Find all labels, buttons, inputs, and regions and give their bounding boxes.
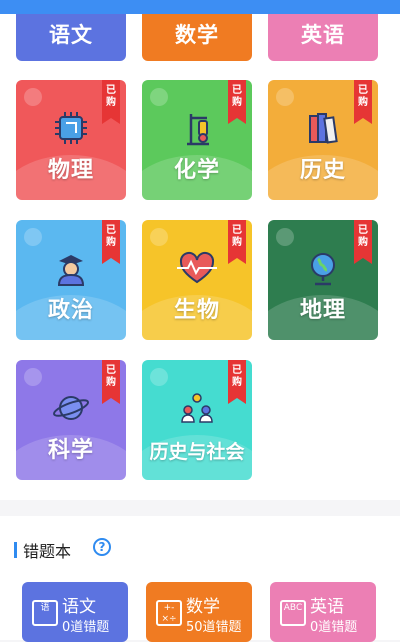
subject-label: 物理 (47, 158, 94, 183)
purchased-badge: 已购 (354, 220, 372, 264)
subject-card-physics[interactable]: 已购 物理 (16, 80, 126, 200)
wrong-book-chinese[interactable]: 语 语文 0道错题 (22, 582, 128, 642)
subject-card-politics[interactable]: 已购 政治 (16, 220, 126, 340)
subject-label: 地理 (299, 298, 346, 323)
subject-card-chemistry[interactable]: 已购 化学 (142, 80, 252, 200)
subject-card-history-society[interactable]: 已购 历史与社会 (142, 360, 252, 480)
purchased-badge: 已购 (102, 80, 120, 124)
subject-label: 数学 (175, 23, 219, 47)
subject-label: 语文 (49, 23, 93, 47)
subject-label: 历史 (299, 158, 346, 183)
subject-label: 科学 (47, 438, 94, 463)
purchased-badge: 已购 (228, 80, 246, 124)
chip-icon (55, 112, 87, 144)
heartbeat-icon (177, 251, 217, 284)
subject-card-geography[interactable]: 已购 地理 (268, 220, 378, 340)
subject-card-science[interactable]: 已购 科学 (16, 360, 126, 480)
official-icon (57, 255, 85, 286)
subject-label: 政治 (47, 298, 94, 323)
wrong-book-math[interactable]: +-×÷ 数学 50道错题 (146, 582, 252, 642)
subject-label: 化学 (173, 158, 220, 183)
purchased-badge: 已购 (102, 360, 120, 404)
subject-card-biology[interactable]: 已购 生物 (142, 220, 252, 340)
wrong-book-english[interactable]: ABC 英语 0道错题 (270, 582, 376, 642)
purchased-badge: 已购 (228, 220, 246, 264)
purchased-badge: 已购 (354, 80, 372, 124)
help-icon[interactable]: ? (93, 538, 111, 556)
planet-icon (52, 396, 90, 420)
subject-label: 生物 (173, 298, 220, 323)
subject-label: 英语 (301, 23, 345, 47)
notebook-icon: 语 (32, 600, 58, 626)
status-bar (0, 0, 400, 14)
subject-grid: 语文 数学 英语 已购 物理 已购 化学 已购 历史 已购 政治 已购 生物 已… (0, 0, 400, 500)
purchased-badge: 已购 (102, 220, 120, 264)
subject-label: 历史与社会 (149, 441, 245, 463)
abc-blocks-icon: ABC (280, 600, 306, 626)
people-icon (181, 393, 213, 423)
books-icon (309, 113, 338, 144)
wrong-book-section: 错题本 ? 语 语文 0道错题 +-×÷ 数学 50道错题 ABC 英语 0道错… (0, 516, 400, 642)
purchased-badge: 已购 (228, 360, 246, 404)
subject-card-history[interactable]: 已购 历史 (268, 80, 378, 200)
lab-stand-icon (187, 114, 209, 146)
calculator-icon: +-×÷ (156, 600, 182, 626)
section-title: 错题本 (14, 538, 71, 562)
globe-icon (311, 253, 335, 286)
